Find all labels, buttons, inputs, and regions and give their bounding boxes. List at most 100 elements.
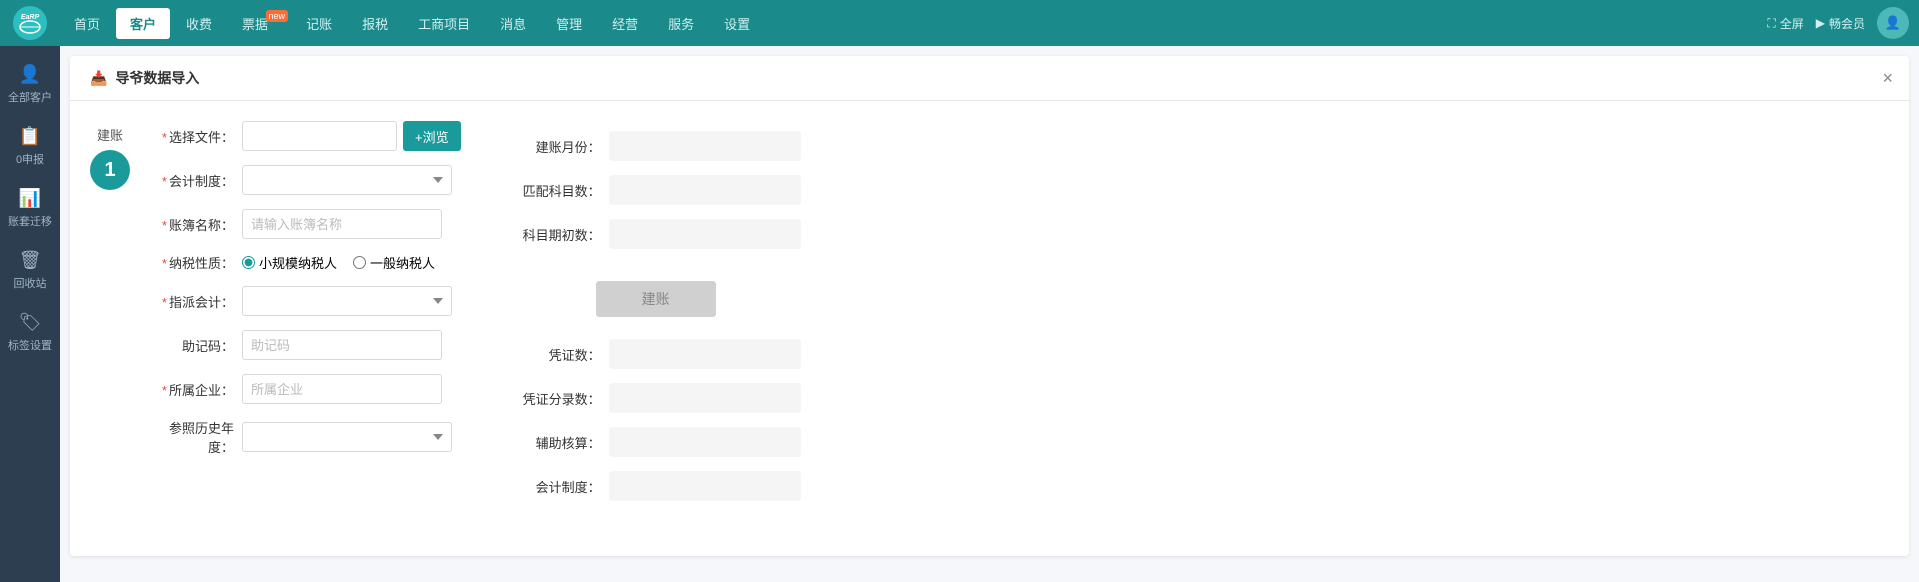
match-subjects-label: 匹配科目数： [511,181,601,200]
assign-accountant-label: *指派会计： [154,292,234,311]
step-indicator: 建账 1 [90,125,130,190]
file-row: +浏览 [242,121,461,151]
company-label: *所属企业： [154,380,234,399]
sidebar-item-account-migrate[interactable]: 📊 账套迁移 [2,180,58,237]
tax-type-row: *纳税性质： 小规模纳税人 一般纳税人 [154,253,461,272]
recycle-icon: 🗑 [19,250,42,271]
initial-data-input [609,219,801,249]
content-area: 📥 导爷数据导入 × 建账 1 [60,46,1919,582]
sidebar-item-declaration[interactable]: 📋 0申报 [2,118,58,175]
small-taxpayer-label: 小规模纳税人 [259,253,337,272]
match-subjects-input [609,175,801,205]
voucher-count-label: 凭证数： [511,345,601,364]
small-taxpayer-radio[interactable] [242,256,255,269]
declaration-icon: 📋 [19,126,41,147]
select-file-row: *选择文件： +浏览 [154,121,461,151]
panel-title-icon: 📥 [90,70,107,87]
aux-accounting-row: 辅助核算： [511,427,801,457]
fullscreen-button[interactable]: ⛶ 全屏 [1767,15,1803,32]
initial-data-row: 科目期初数： [511,219,801,249]
svg-text:EaRP: EaRP [21,14,40,21]
sidebar-item-recycle[interactable]: 🗑 回收站 [2,242,58,299]
nav-customer[interactable]: 客户 [116,8,170,39]
fullscreen-icon: ⛶ [1767,16,1775,31]
accounting-system-right-row: 会计制度： [511,471,801,501]
accounting-system-right-input [609,471,801,501]
member-icon: ▶ [1816,16,1825,30]
nav-invoice[interactable]: 票据 new [228,8,290,39]
right-column: 建账月份： 匹配科目数： 科目期初数： [511,121,801,501]
nav-messages[interactable]: 消息 [486,8,540,39]
close-button[interactable]: × [1882,68,1893,89]
ref-history-wrapper [242,422,452,452]
sidebar: 👤 全部客户 📋 0申报 📊 账套迁移 🗑 回收站 🏷 标签设置 [0,46,60,582]
member-button[interactable]: ▶ 畅会员 [1816,15,1865,32]
general-taxpayer-label: 一般纳税人 [370,253,435,272]
small-taxpayer-option[interactable]: 小规模纳税人 [242,253,337,272]
memo-code-input[interactable] [242,330,442,360]
app-logo: EaRP [10,3,50,43]
build-month-row: 建账月份： [511,131,801,161]
nav-bizprojects[interactable]: 工商项目 [404,8,484,39]
main-layout: 👤 全部客户 📋 0申报 📊 账套迁移 🗑 回收站 🏷 标签设置 📥 导爷数据导… [0,46,1919,582]
match-subjects-row: 匹配科目数： [511,175,801,205]
general-taxpayer-radio[interactable] [353,256,366,269]
left-column: 建账 1 *选择文件： +浏览 [90,121,461,501]
nav-finance[interactable]: 经营 [598,8,652,39]
accounting-system-right-label: 会计制度： [511,477,601,496]
build-button-wrapper: 建账 [511,271,801,317]
select-file-label: *选择文件： [154,127,234,146]
aux-accounting-input [609,427,801,457]
voucher-count-row: 凭证数： [511,339,801,369]
account-migrate-icon: 📊 [19,188,41,209]
tax-radio-group: 小规模纳税人 一般纳税人 [242,253,435,272]
nav-items: 首页 客户 收费 票据 new 记账 报税 工商项目 消息 管理 经营 服务 设… [60,8,1767,39]
browse-button[interactable]: +浏览 [403,121,461,151]
ref-history-select[interactable] [242,422,452,452]
nav-fees[interactable]: 收费 [172,8,226,39]
voucher-count-input [609,339,801,369]
nav-management[interactable]: 管理 [542,8,596,39]
initial-data-label: 科目期初数： [511,225,601,244]
nav-bookkeeping[interactable]: 记账 [292,8,346,39]
assign-accountant-wrapper [242,286,452,316]
ledger-name-input[interactable] [242,209,442,239]
step-label: 建账 [97,125,123,144]
aux-accounting-label: 辅助核算： [511,433,601,452]
assign-accountant-select[interactable] [242,286,452,316]
user-avatar[interactable]: 👤 [1877,7,1909,39]
assign-accountant-row: *指派会计： [154,286,461,316]
accounting-system-label: *会计制度： [154,171,234,190]
nav-settings[interactable]: 设置 [710,8,764,39]
sidebar-item-all-customers[interactable]: 👤 全部客户 [2,56,58,113]
sidebar-item-label: 回收站 [14,275,47,291]
sidebar-item-label: 0申报 [16,151,44,167]
accounting-system-select[interactable] [242,165,452,195]
step-circle: 1 [90,150,130,190]
form-container: 建账 1 *选择文件： +浏览 [70,101,1909,521]
form-fields: *选择文件： +浏览 *会计制度： [154,121,461,456]
panel-title: 导爷数据导入 [115,68,199,88]
file-input[interactable] [242,121,397,151]
ref-history-row: 参照历史年度： [154,418,461,456]
voucher-entries-label: 凭证分录数： [511,389,601,408]
company-row: *所属企业： [154,374,461,404]
nav-tax[interactable]: 报税 [348,8,402,39]
build-button[interactable]: 建账 [596,281,716,317]
general-taxpayer-option[interactable]: 一般纳税人 [353,253,435,272]
nav-home[interactable]: 首页 [60,8,114,39]
ref-history-label: 参照历史年度： [154,418,234,456]
build-month-label: 建账月份： [511,137,601,156]
new-badge: new [266,10,289,22]
logo-icon: EaRP [12,5,48,41]
top-navigation: EaRP 首页 客户 收费 票据 new 记账 报税 工商项目 消息 管理 经营… [0,0,1919,46]
accounting-system-wrapper [242,165,452,195]
sidebar-item-tag-settings[interactable]: 🏷 标签设置 [2,304,58,361]
all-customers-icon: 👤 [19,64,41,85]
nav-services[interactable]: 服务 [654,8,708,39]
build-month-input [609,131,801,161]
company-input[interactable] [242,374,442,404]
avatar-icon: 👤 [1885,15,1901,31]
ledger-name-row: *账簿名称： [154,209,461,239]
sidebar-item-label: 账套迁移 [8,213,52,229]
